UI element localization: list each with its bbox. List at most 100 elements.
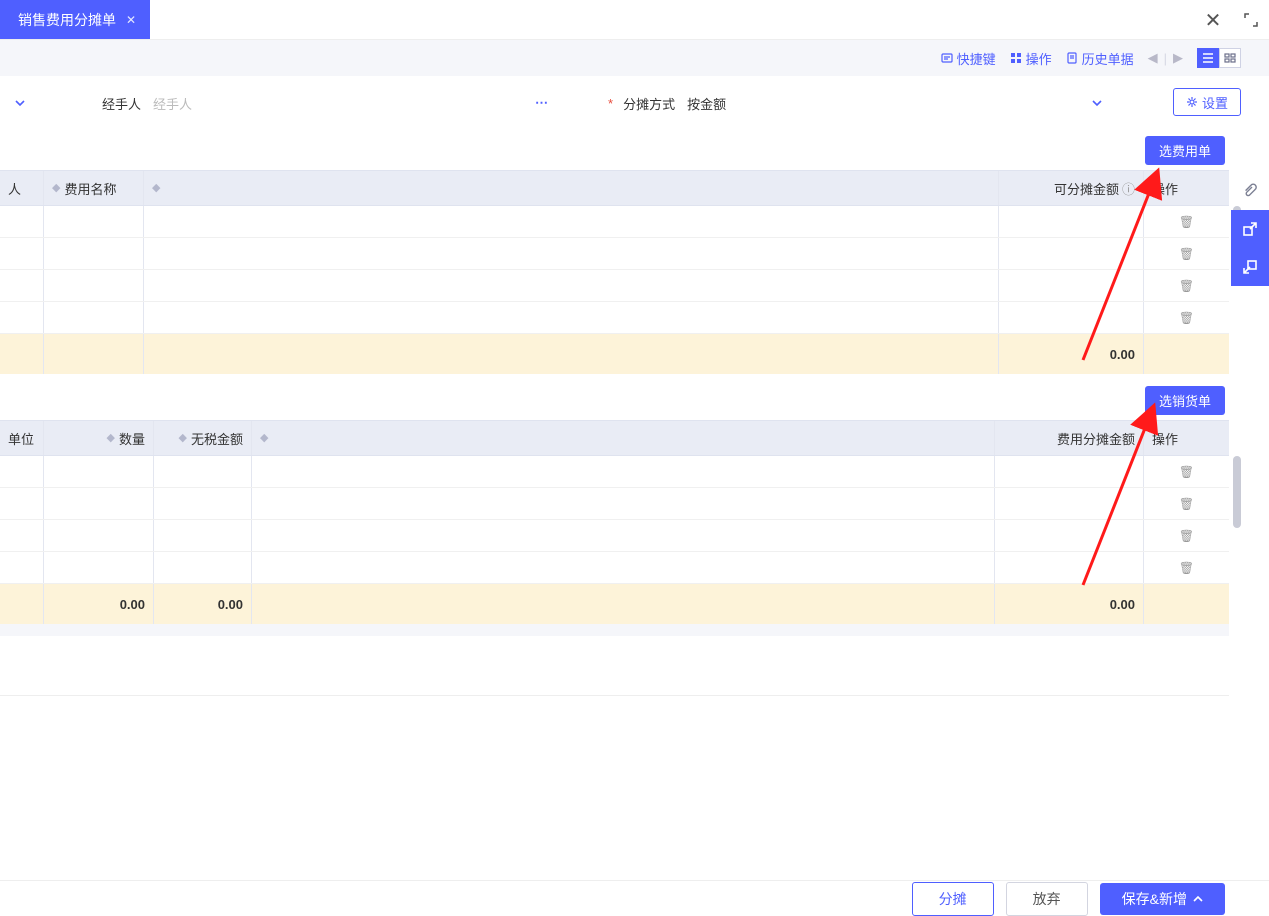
fee-table: 人 ◆ 费用名称 ◆ 可分摊金额ⓘ 操作 🗑 🗑 🗑 🗑 0.00 — [0, 170, 1229, 374]
sort-icon: ◆ — [52, 183, 60, 194]
trash-icon[interactable]: 🗑 — [1179, 529, 1194, 543]
shortcut-link[interactable]: 快捷键 — [941, 49, 996, 68]
sales-table-head: 单位 ◆ 数量 ◆ 无税金额 ◆ 费用分摊金额 操作 — [0, 420, 1229, 456]
select-sales-bill-button[interactable]: 选销货单 — [1145, 386, 1225, 415]
method-select[interactable]: 按金额 — [683, 89, 1083, 117]
table2-actions: 选销货单 — [0, 380, 1269, 420]
table-row[interactable]: 🗑 — [0, 270, 1229, 302]
handler-input[interactable]: 经手人 — [149, 89, 519, 117]
th-op: 操作 — [1143, 171, 1229, 205]
trash-icon[interactable]: 🗑 — [1179, 311, 1194, 325]
sales-table-footer: 0.00 0.00 0.00 — [0, 584, 1229, 624]
th-op2-label: 操作 — [1152, 429, 1178, 448]
required-asterisk: * — [608, 96, 613, 111]
th-spacer[interactable]: ◆ — [144, 171, 999, 205]
fee-table-head: 人 ◆ 费用名称 ◆ 可分摊金额ⓘ 操作 — [0, 170, 1229, 206]
sort-icon: ◆ — [152, 183, 160, 194]
trash-icon[interactable]: 🗑 — [1179, 279, 1194, 293]
qty-total: 0.00 — [52, 597, 145, 612]
fee-total: 0.00 — [1007, 347, 1135, 362]
th-unit-label: 单位 — [8, 429, 34, 448]
th-fee-name-label: 费用名称 — [64, 179, 116, 198]
expand-out-icon[interactable] — [1231, 210, 1269, 248]
trash-icon[interactable]: 🗑 — [1179, 465, 1194, 479]
th-spacer2[interactable]: ◆ — [252, 421, 995, 455]
divider: | — [1164, 51, 1167, 66]
table-row[interactable]: 🗑 — [0, 456, 1229, 488]
tab-title: 销售费用分摊单 — [18, 10, 116, 30]
fee-alloc-total: 0.00 — [1003, 597, 1135, 612]
tab-bar: 销售费用分摊单 ✕ ✕ — [0, 0, 1269, 40]
tab-close-icon[interactable]: ✕ — [126, 13, 136, 27]
sales-table: 单位 ◆ 数量 ◆ 无税金额 ◆ 费用分摊金额 操作 🗑 🗑 🗑 🗑 0.00 0.… — [0, 420, 1229, 624]
history-label: 历史单据 — [1082, 49, 1134, 68]
fee-table-footer: 0.00 — [0, 334, 1229, 374]
handler-field: 经手人 经手人 ⋯ — [102, 89, 558, 117]
table-row[interactable]: 🗑 — [0, 302, 1229, 334]
trash-icon[interactable]: 🗑 — [1179, 497, 1194, 511]
save-and-new-button[interactable]: 保存&新增 — [1100, 883, 1225, 915]
th-op-label: 操作 — [1152, 179, 1178, 198]
th-qty[interactable]: ◆ 数量 — [44, 421, 154, 455]
gear-icon — [1186, 96, 1198, 108]
table-row[interactable]: 🗑 — [0, 206, 1229, 238]
table-row[interactable]: 🗑 — [0, 552, 1229, 584]
table2-scrollbar[interactable] — [1233, 456, 1241, 528]
sort-icon: ◆ — [107, 433, 115, 444]
handler-picker-icon[interactable]: ⋯ — [527, 95, 558, 111]
allocate-button[interactable]: 分摊 — [912, 882, 994, 916]
handler-label: 经手人 — [102, 94, 141, 113]
empty-panel — [0, 636, 1229, 696]
table-row[interactable]: 🗑 — [0, 488, 1229, 520]
tab-active[interactable]: 销售费用分摊单 ✕ — [0, 0, 150, 39]
layout-list-icon[interactable] — [1197, 48, 1219, 68]
shortcut-label: 快捷键 — [957, 49, 996, 68]
th-op2: 操作 — [1143, 421, 1229, 455]
save-new-label: 保存&新增 — [1122, 889, 1187, 909]
trash-icon[interactable]: 🗑 — [1179, 215, 1194, 229]
history-link[interactable]: 历史单据 — [1066, 49, 1134, 68]
th-person-trunc[interactable]: 人 — [0, 171, 44, 205]
settings-label: 设置 — [1202, 93, 1228, 112]
th-fee-name[interactable]: ◆ 费用名称 — [44, 171, 144, 205]
table1-actions: 选费用单 — [0, 130, 1269, 170]
trash-icon[interactable]: 🗑 — [1179, 561, 1194, 575]
sort-icon: ◆ — [179, 433, 187, 444]
th-notax-label: 无税金额 — [191, 429, 243, 448]
table-row[interactable]: 🗑 — [0, 520, 1229, 552]
th-alloc-amount-label: 可分摊金额 — [1054, 179, 1119, 198]
th-unit[interactable]: 单位 — [0, 421, 44, 455]
notax-total: 0.00 — [162, 597, 243, 612]
th-qty-label: 数量 — [119, 429, 145, 448]
operate-label: 操作 — [1026, 49, 1052, 68]
fullscreen-icon[interactable] — [1233, 0, 1269, 40]
sort-icon: ◆ — [260, 433, 268, 444]
form-row: 经手人 经手人 ⋯ * 分摊方式 按金额 设置 — [0, 76, 1269, 130]
discard-button[interactable]: 放弃 — [1006, 882, 1088, 916]
section-divider — [0, 624, 1229, 636]
expand-in-icon[interactable] — [1231, 248, 1269, 286]
method-value: 按金额 — [687, 94, 726, 113]
th-notax[interactable]: ◆ 无税金额 — [154, 421, 252, 455]
table-row[interactable]: 🗑 — [0, 238, 1229, 270]
select-fee-bill-button[interactable]: 选费用单 — [1145, 136, 1225, 165]
help-icon[interactable]: ⓘ — [1122, 179, 1135, 198]
attachment-icon[interactable] — [1231, 172, 1269, 210]
operate-link[interactable]: 操作 — [1010, 49, 1052, 68]
prev-icon[interactable]: ◀ — [1148, 50, 1158, 66]
window-close-button[interactable]: ✕ — [1193, 0, 1233, 40]
th-fee-alloc-label: 费用分摊金额 — [1057, 429, 1135, 448]
trash-icon[interactable]: 🗑 — [1179, 247, 1194, 261]
method-field: * 分摊方式 按金额 — [608, 89, 1103, 117]
chevron-up-icon — [1193, 894, 1203, 904]
leading-caret-icon[interactable] — [8, 97, 32, 109]
next-icon[interactable]: ▶ — [1173, 50, 1183, 66]
th-fee-alloc[interactable]: 费用分摊金额 — [995, 421, 1143, 455]
chevron-down-icon[interactable] — [1091, 97, 1103, 109]
method-label: 分摊方式 — [623, 94, 675, 113]
side-rail — [1231, 42, 1269, 286]
toolbar: 快捷键 操作 历史单据 ◀ | ▶ — [0, 40, 1269, 76]
th-alloc-amount[interactable]: 可分摊金额ⓘ — [999, 171, 1143, 205]
history-nav: ◀ | ▶ — [1148, 50, 1183, 66]
th-person-label: 人 — [8, 179, 21, 198]
